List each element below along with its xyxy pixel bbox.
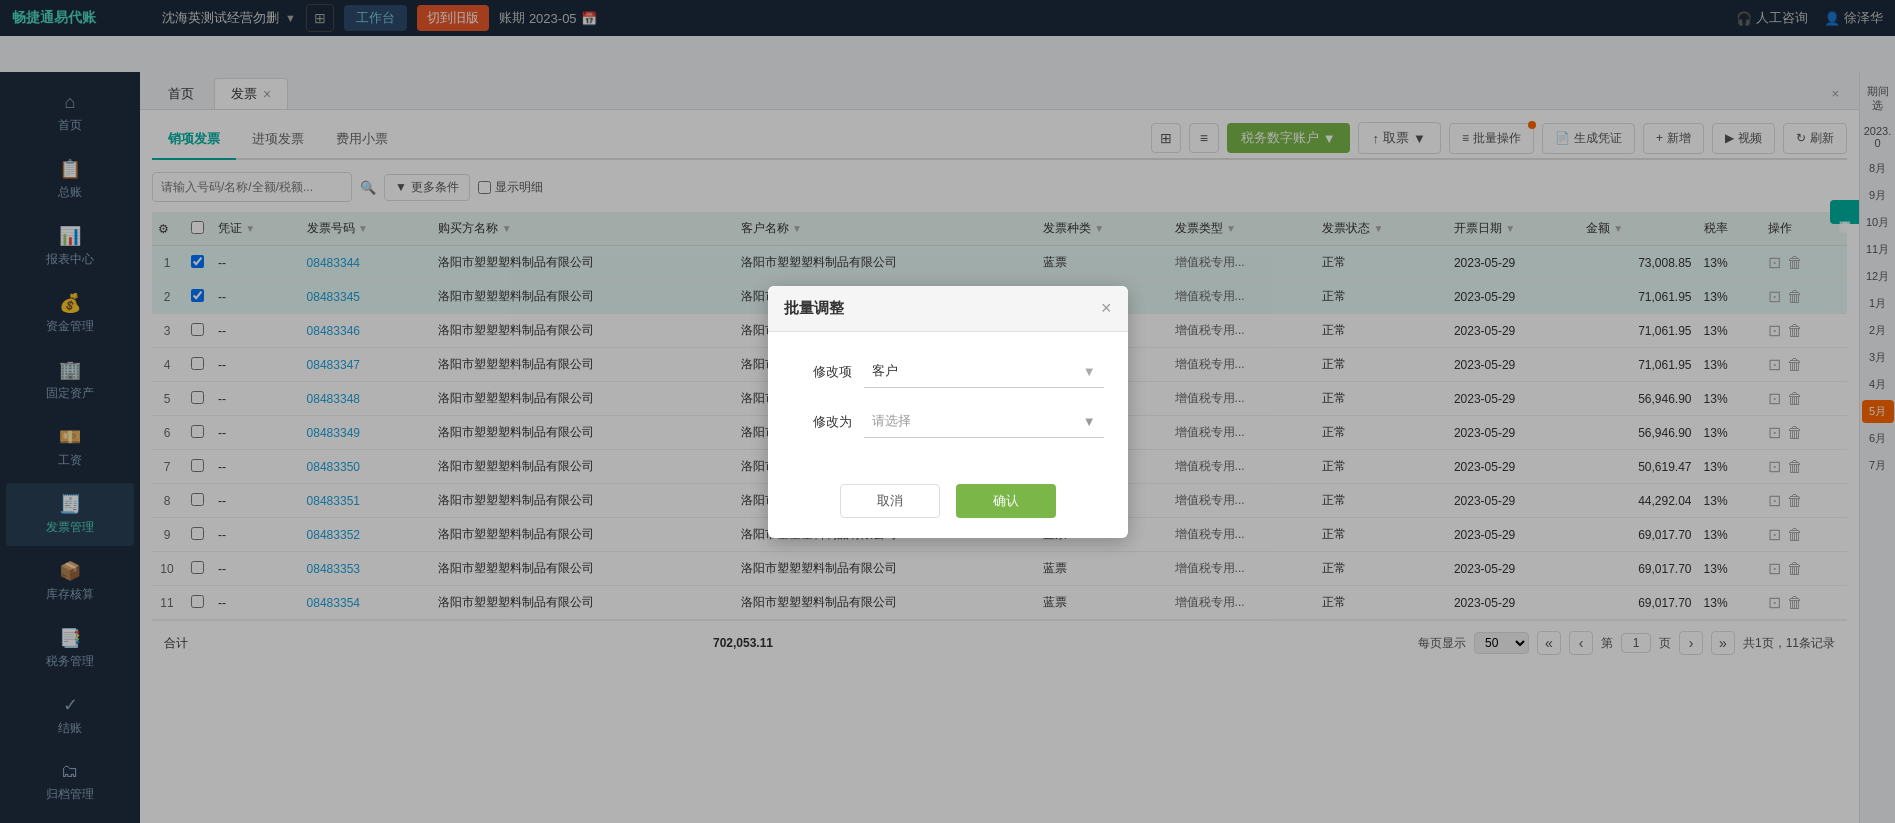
dialog-cancel-button[interactable]: 取消: [840, 484, 940, 518]
dialog-title: 批量调整: [784, 299, 844, 318]
dialog-field-select[interactable]: 客户 ▼: [864, 356, 1104, 388]
dialog-field-arrow: ▼: [1083, 364, 1096, 379]
dialog-value-arrow: ▼: [1083, 414, 1096, 429]
dialog-body: 修改项 客户 ▼ 修改为 请选择 ▼: [768, 332, 1128, 472]
dialog-footer: 取消 确认: [768, 472, 1128, 538]
dialog-confirm-button[interactable]: 确认: [956, 484, 1056, 518]
dialog-value-select[interactable]: 请选择 ▼: [864, 406, 1104, 438]
dialog-value-label: 修改为: [792, 413, 852, 431]
dialog-header: 批量调整 ×: [768, 286, 1128, 332]
dialog-value-row: 修改为 请选择 ▼: [792, 406, 1104, 438]
dialog-field-row: 修改项 客户 ▼: [792, 356, 1104, 388]
dialog-field-label: 修改项: [792, 363, 852, 381]
batch-adjust-dialog: 批量调整 × 修改项 客户 ▼ 修改为 请选择 ▼ 取消 确认: [768, 286, 1128, 538]
dialog-close-button[interactable]: ×: [1101, 298, 1112, 319]
dialog-value-placeholder: 请选择: [872, 412, 911, 430]
dialog-field-value: 客户: [872, 362, 898, 380]
dialog-overlay: 批量调整 × 修改项 客户 ▼ 修改为 请选择 ▼ 取消 确认: [0, 0, 1895, 823]
